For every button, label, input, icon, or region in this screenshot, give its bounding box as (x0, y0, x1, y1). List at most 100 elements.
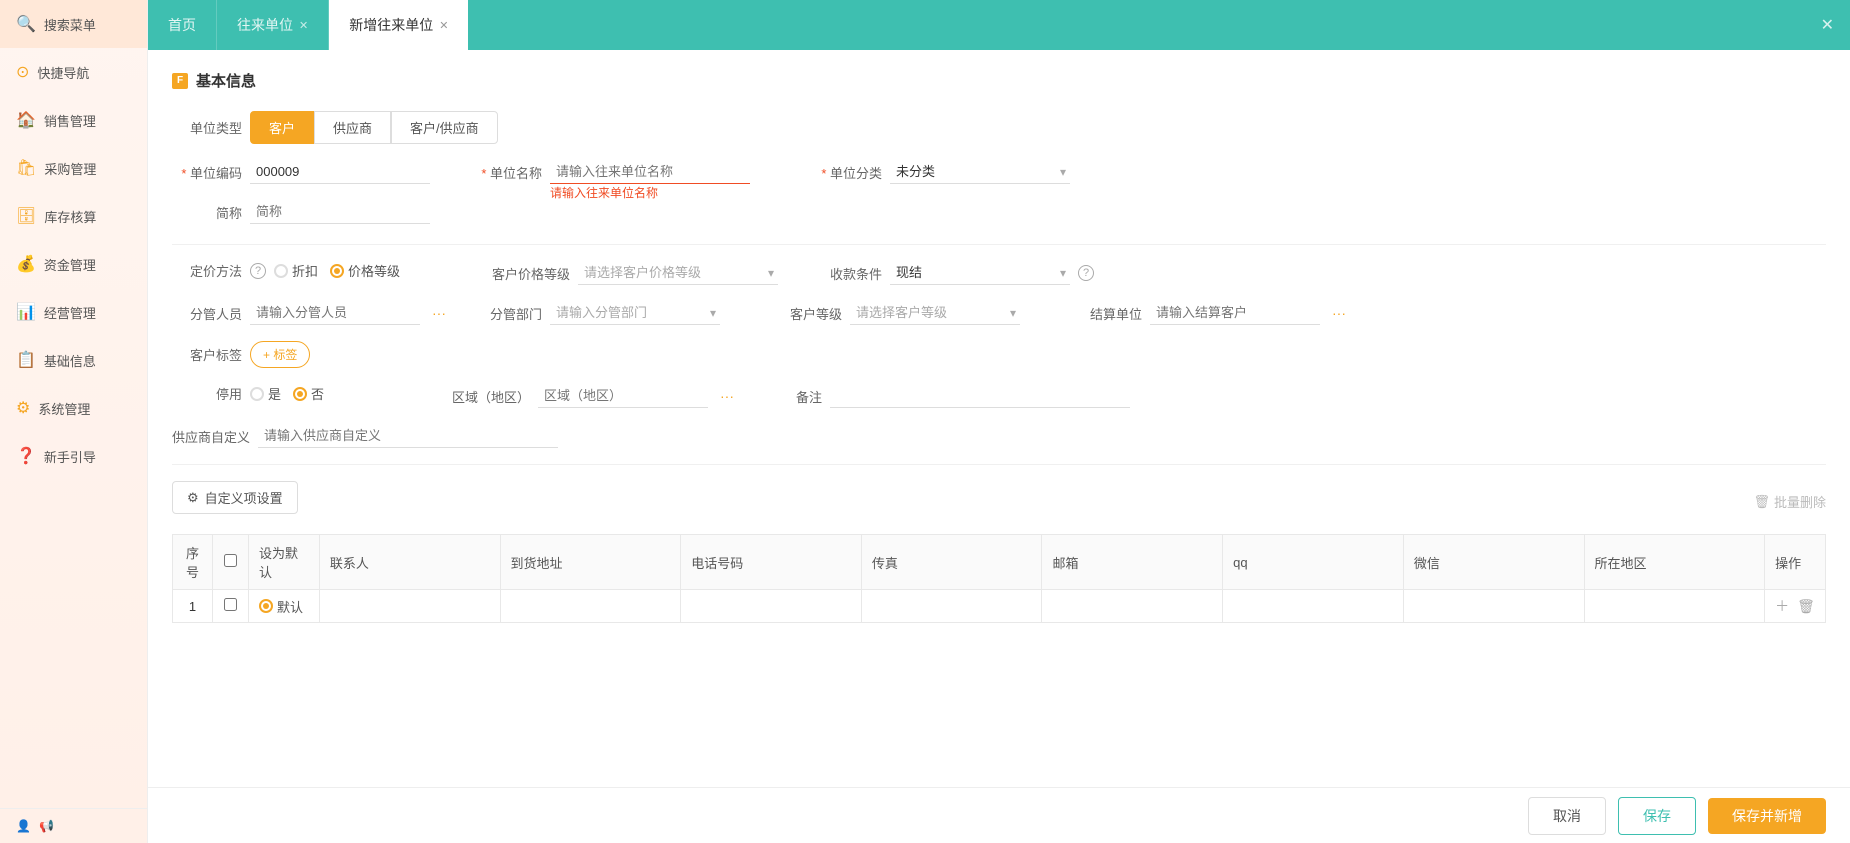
sidebar-item-guide[interactable]: ❓ 新手引导 (0, 432, 147, 480)
row-address (500, 590, 681, 623)
pricing-discount-radio[interactable] (274, 264, 288, 278)
pricing-discount-option[interactable]: 折扣 (274, 261, 318, 280)
sidebar-item-purchase[interactable]: 🛍 采购管理 (0, 144, 147, 192)
department-field: 分管部门 请输入分管部门 (472, 301, 772, 325)
region-input[interactable] (538, 384, 708, 408)
sidebar-item-inventory-label: 库存核算 (44, 207, 96, 226)
category-field: 单位分类 未分类 (812, 160, 1070, 184)
row-checkbox[interactable] (224, 598, 237, 611)
sidebar-item-search[interactable]: 🔍 搜索菜单 (0, 0, 147, 48)
remark-input[interactable] (830, 384, 1130, 408)
code-name-category-row: 单位编码 单位名称 请输入往来单位名称 单位分类 未分类 (172, 160, 1826, 184)
disabled-no-option[interactable]: 否 (293, 384, 324, 403)
row-qq-input[interactable] (1233, 599, 1393, 614)
row-default-radio-item[interactable]: 默认 (259, 597, 309, 616)
manager-more-icon[interactable]: ··· (428, 305, 450, 321)
pricing-price-level-radio[interactable] (330, 264, 344, 278)
finance-icon: 💰 (16, 254, 36, 274)
save-and-new-button[interactable]: 保存并新增 (1708, 798, 1826, 834)
department-select[interactable]: 请输入分管部门 (550, 301, 720, 325)
tab-new-counterparty-close[interactable]: ✕ (439, 19, 448, 32)
guide-icon: ❓ (16, 446, 36, 466)
unit-type-supplier-button[interactable]: 供应商 (314, 111, 391, 144)
col-contact: 联系人 (319, 535, 500, 590)
manager-row: 分管人员 ··· 分管部门 请输入分管部门 客户等级 (172, 301, 1826, 325)
footer: 取消 保存 保存并新增 (148, 787, 1850, 843)
row-location (1584, 590, 1765, 623)
supplier-custom-field: 供应商自定义 (172, 424, 1826, 448)
cancel-button[interactable]: 取消 (1528, 797, 1606, 835)
settlement-input[interactable] (1150, 301, 1320, 325)
row-delete-icon[interactable]: 🗑 (1797, 598, 1815, 615)
notification-icon: 📢 (39, 819, 54, 833)
row-action-icons: ＋ 🗑 (1775, 596, 1815, 616)
region-field: 区域（地区） ··· (452, 384, 752, 408)
row-add-icon[interactable]: ＋ (1775, 596, 1789, 616)
tab-counterparty-close[interactable]: ✕ (299, 19, 308, 32)
pricing-radio-group: 折扣 价格等级 (274, 261, 400, 280)
payment-select[interactable]: 现结 (890, 261, 1070, 285)
pricing-discount-label: 折扣 (292, 261, 318, 280)
row-wechat-input[interactable] (1414, 599, 1574, 614)
batch-delete-label[interactable]: 批量删除 (1774, 492, 1826, 511)
sidebar-item-system[interactable]: ⚙ 系统管理 (0, 384, 147, 432)
region-more-icon[interactable]: ··· (716, 388, 738, 404)
tab-new-counterparty[interactable]: 新增往来单位 ✕ (329, 0, 468, 50)
tags-label: 客户标签 (172, 345, 242, 364)
remark-field: 备注 (752, 384, 1826, 408)
category-select-wrapper: 未分类 (890, 160, 1070, 184)
close-all-tabs-button[interactable]: ✕ (1821, 15, 1834, 35)
row-email-input[interactable] (1052, 599, 1212, 614)
row-email (1042, 590, 1223, 623)
table-row: 1 默认 (173, 590, 1826, 623)
disabled-yes-option[interactable]: 是 (250, 384, 281, 403)
name-input[interactable] (550, 160, 750, 184)
sidebar-item-finance-label: 资金管理 (44, 255, 96, 274)
department-select-wrapper: 请输入分管部门 (550, 301, 720, 325)
row-phone-input[interactable] (691, 599, 851, 614)
row-address-input[interactable] (511, 599, 671, 614)
supplier-custom-input[interactable] (258, 424, 558, 448)
col-phone: 电话号码 (681, 535, 862, 590)
disabled-yes-radio[interactable] (250, 387, 264, 401)
region-label: 区域（地区） (452, 387, 530, 406)
row-default-radio[interactable] (259, 599, 273, 613)
sidebar-item-inventory[interactable]: 🗄 库存核算 (0, 192, 147, 240)
row-contact-input[interactable] (330, 599, 490, 614)
disabled-field: 停用 是 否 (172, 384, 452, 403)
sidebar-item-operations[interactable]: 📊 经营管理 (0, 288, 147, 336)
sidebar-item-quick-nav[interactable]: ⊙ 快捷导航 (0, 48, 147, 96)
sidebar-item-finance[interactable]: 💰 资金管理 (0, 240, 147, 288)
payment-field: 收款条件 现结 ? (812, 261, 1094, 285)
settlement-more-icon[interactable]: ··· (1328, 305, 1350, 321)
customer-level-label: 客户等级 (772, 304, 842, 323)
customer-price-select[interactable]: 请选择客户价格等级 (578, 261, 778, 285)
disabled-no-radio[interactable] (293, 387, 307, 401)
save-button[interactable]: 保存 (1618, 797, 1696, 835)
pricing-price-level-option[interactable]: 价格等级 (330, 261, 400, 280)
unit-type-both-button[interactable]: 客户/供应商 (391, 111, 498, 144)
tab-counterparty[interactable]: 往来单位 ✕ (217, 0, 329, 50)
custom-settings-button[interactable]: ⚙ 自定义项设置 (172, 481, 298, 514)
batch-delete-area: 🗑 批量删除 (1753, 492, 1826, 511)
sidebar-item-sales[interactable]: 🏠 销售管理 (0, 96, 147, 144)
supplier-custom-label: 供应商自定义 (172, 427, 250, 446)
select-all-checkbox[interactable] (224, 554, 237, 567)
unit-type-customer-button[interactable]: 客户 (250, 111, 314, 144)
manager-input[interactable] (250, 301, 420, 325)
add-tag-button[interactable]: + 标签 (250, 341, 310, 368)
code-field: 单位编码 (172, 160, 472, 184)
tab-home[interactable]: 首页 (148, 0, 217, 50)
row-location-input[interactable] (1595, 599, 1755, 614)
batch-delete-icon: 🗑 (1753, 494, 1770, 510)
short-name-input[interactable] (250, 200, 430, 224)
sidebar-item-basic-info[interactable]: 📋 基础信息 (0, 336, 147, 384)
row-fax-input[interactable] (872, 599, 1032, 614)
unit-type-group: 客户 供应商 客户/供应商 (250, 111, 498, 144)
category-select[interactable]: 未分类 (890, 160, 1070, 184)
pricing-help-icon[interactable]: ? (250, 263, 266, 279)
customer-price-select-wrapper: 请选择客户价格等级 (578, 261, 778, 285)
payment-help-icon[interactable]: ? (1078, 265, 1094, 281)
customer-level-select[interactable]: 请选择客户等级 (850, 301, 1020, 325)
code-input[interactable] (250, 160, 430, 184)
